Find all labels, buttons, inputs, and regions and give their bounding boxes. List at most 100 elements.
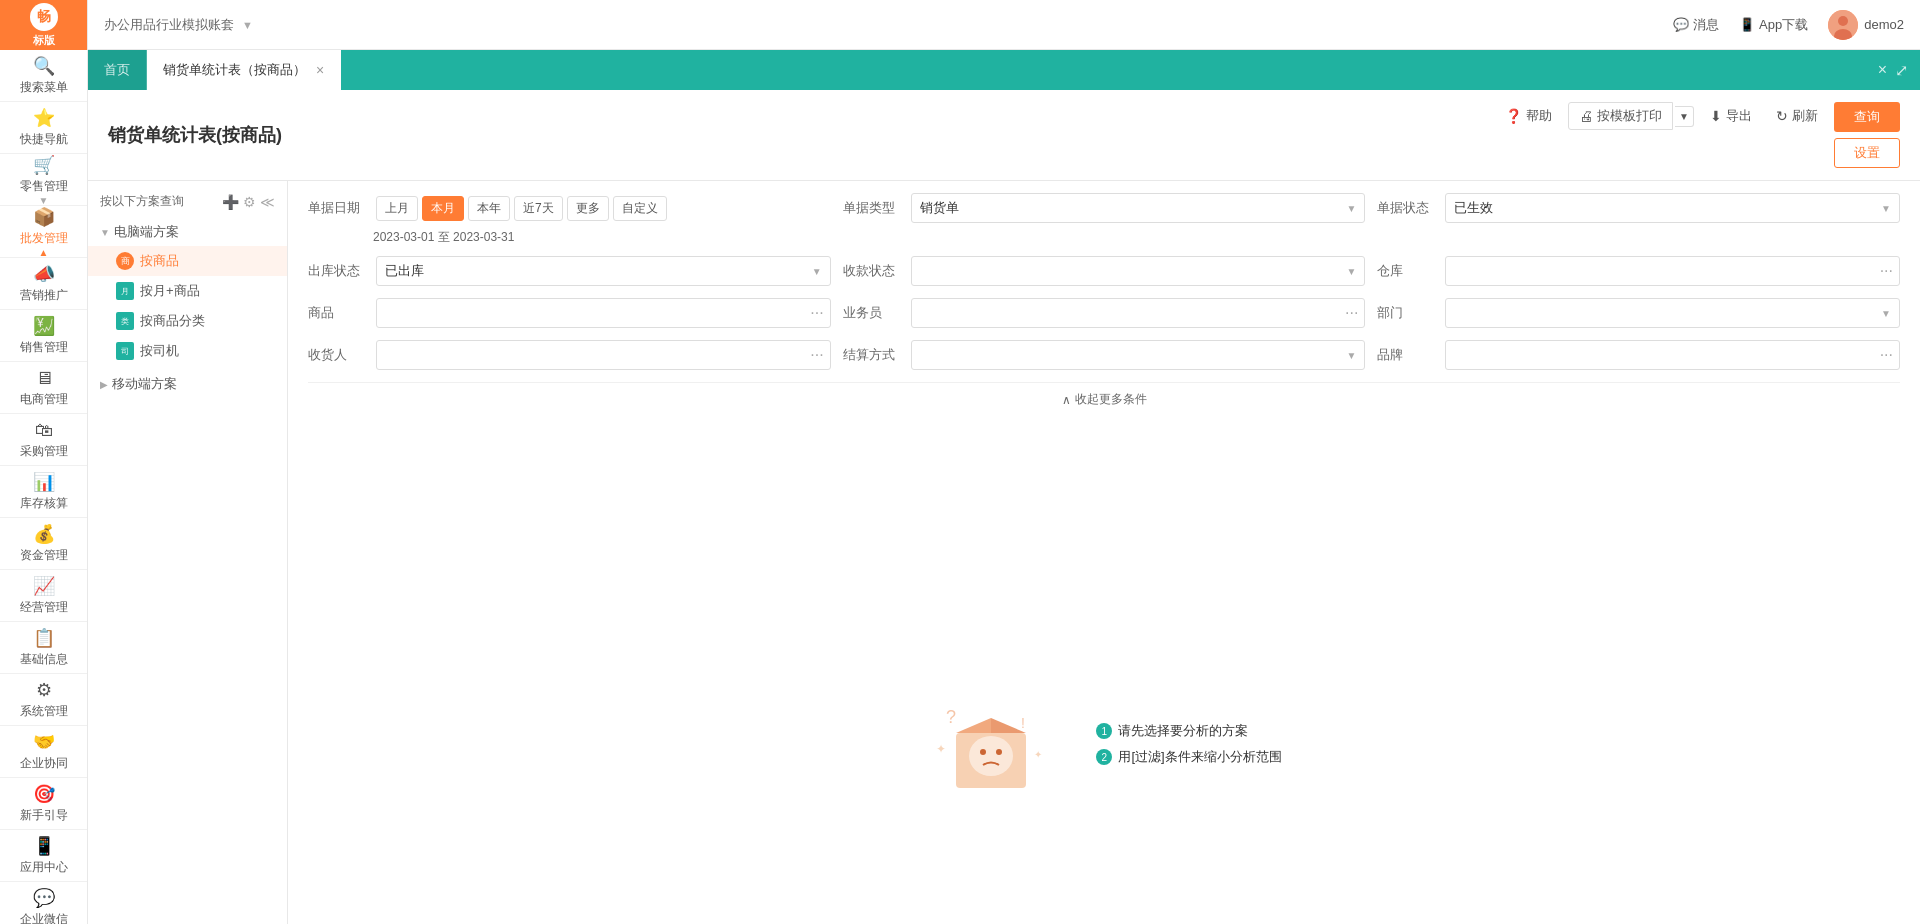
out-status-label: 出库状态 [308, 262, 368, 280]
app-download-icon: 📱 [1739, 17, 1755, 32]
page-title: 销货单统计表(按商品) [108, 123, 282, 147]
date-label: 单据日期 [308, 199, 368, 217]
sidebar-item-inventory[interactable]: 📊 库存核算 [0, 466, 87, 518]
sidebar-item-system[interactable]: ⚙ 系统管理 [0, 674, 87, 726]
doc-type-select[interactable]: 销货单 ▼ [911, 193, 1366, 223]
workspace-dropdown-arrow: ▼ [242, 19, 253, 31]
warehouse-dots-icon: ··· [1880, 262, 1893, 280]
tab-close-window-icon[interactable]: × [1878, 61, 1887, 79]
date-btn-this-year[interactable]: 本年 [468, 196, 510, 221]
warehouse-input[interactable]: ··· [1445, 256, 1900, 286]
sidebar-item-purchase[interactable]: 🛍 采购管理 [0, 414, 87, 466]
date-btn-custom[interactable]: 自定义 [613, 196, 667, 221]
app-download-btn[interactable]: 📱 App下载 [1739, 16, 1808, 34]
print-dropdown-arrow[interactable]: ▼ [1675, 106, 1694, 127]
user-profile[interactable]: demo2 [1828, 10, 1904, 40]
sidebar-item-app-center[interactable]: 📱 应用中心 [0, 830, 87, 882]
sidebar-item-label: 销售管理 [20, 339, 68, 356]
workspace-selector[interactable]: 办公用品行业模拟账套 ▼ [104, 16, 253, 34]
doc-type-arrow-icon: ▼ [1346, 203, 1356, 214]
refresh-btn[interactable]: ↻ 刷新 [1768, 103, 1826, 129]
scheme-item-by-month-product[interactable]: 月 按月+商品 [88, 276, 287, 306]
brand-input[interactable]: ··· [1445, 340, 1900, 370]
date-group: 上月 本月 本年 近7天 更多 自定义 [376, 196, 831, 221]
dept-label: 部门 [1377, 304, 1437, 322]
top-header: 办公用品行业模拟账套 ▼ 💬 消息 📱 App下载 de [88, 0, 1920, 50]
product-label: 商品 [308, 304, 368, 322]
help-label: 帮助 [1526, 107, 1552, 125]
message-icon: 💬 [1673, 17, 1689, 32]
date-btn-more[interactable]: 更多 [567, 196, 609, 221]
scheme-settings-icon[interactable]: ⚙ [243, 194, 256, 210]
help-icon: ❓ [1505, 108, 1522, 124]
sidebar-item-marketing[interactable]: 📣 营销推广 [0, 258, 87, 310]
doc-status-select[interactable]: 已生效 ▼ [1445, 193, 1900, 223]
sidebar-item-finance[interactable]: 💰 资金管理 [0, 518, 87, 570]
sidebar-item-retail[interactable]: 🛒 零售管理 ▼ [0, 154, 87, 206]
out-status-select[interactable]: 已出库 ▼ [376, 256, 831, 286]
scheme-panel-actions: ➕ ⚙ ≪ [222, 194, 275, 210]
scheme-item-label: 按商品分类 [140, 312, 205, 330]
sidebar-item-basic-info[interactable]: 📋 基础信息 [0, 622, 87, 674]
scheme-collapse-icon[interactable]: ≪ [260, 194, 275, 210]
brand-dots-icon: ··· [1880, 346, 1893, 364]
query-button[interactable]: 查询 [1834, 102, 1900, 132]
out-status-arrow-icon: ▼ [812, 266, 822, 277]
product-input[interactable]: ··· [376, 298, 831, 328]
collapse-btn[interactable]: ∧ 收起更多条件 [308, 382, 1900, 416]
receiver-input[interactable]: ··· [376, 340, 831, 370]
sidebar-item-operations[interactable]: 📈 经营管理 [0, 570, 87, 622]
collect-status-select[interactable]: ▼ [911, 256, 1366, 286]
tab-home[interactable]: 首页 [88, 50, 147, 90]
dept-arrow-icon: ▼ [1881, 308, 1891, 319]
scheme-add-icon[interactable]: ➕ [222, 194, 239, 210]
tab-home-label: 首页 [104, 61, 130, 79]
sidebar-item-enterprise[interactable]: 🤝 企业协同 [0, 726, 87, 778]
app-logo: 畅 标版 [0, 0, 87, 50]
scheme-item-icon: 司 [116, 342, 134, 360]
sidebar-item-ecommerce[interactable]: 🖥 电商管理 [0, 362, 87, 414]
tab-maximize-icon[interactable]: ⤢ [1895, 61, 1908, 80]
tab-sales-stats[interactable]: 销货单统计表（按商品） × [147, 50, 341, 90]
date-btn-this-month[interactable]: 本月 [422, 196, 464, 221]
help-btn[interactable]: ❓ 帮助 [1497, 103, 1560, 129]
page-body: 按以下方案查询 ➕ ⚙ ≪ ▼ 电脑端方案 商 按商品 [88, 181, 1920, 924]
sidebar-item-label: 库存核算 [20, 495, 68, 512]
sidebar-item-label: 电商管理 [20, 391, 68, 408]
scheme-group-desktop-header[interactable]: ▼ 电脑端方案 [88, 218, 287, 246]
scheme-item-by-product[interactable]: 商 按商品 [88, 246, 287, 276]
doc-type-label: 单据类型 [843, 199, 903, 217]
enterprise-icon: 🤝 [33, 731, 55, 753]
scheme-item-by-driver[interactable]: 司 按司机 [88, 336, 287, 366]
print-btn[interactable]: 🖨 按模板打印 [1568, 102, 1673, 130]
message-btn[interactable]: 💬 消息 [1673, 16, 1719, 34]
cart-icon: 🛒 [33, 154, 55, 176]
tab-close-icon[interactable]: × [316, 62, 324, 78]
settings-button[interactable]: 设置 [1834, 138, 1900, 168]
sidebar-item-quick-nav[interactable]: ⭐ 快捷导航 [0, 102, 87, 154]
payment-select[interactable]: ▼ [911, 340, 1366, 370]
scheme-group-arrow-icon: ▶ [100, 379, 108, 390]
sidebar-item-wholesale[interactable]: 📦 批发管理 ▲ [0, 206, 87, 258]
scheme-item-by-category[interactable]: 类 按商品分类 [88, 306, 287, 336]
staff-dots-icon: ··· [1345, 304, 1358, 322]
date-btn-last-month[interactable]: 上月 [376, 196, 418, 221]
print-label: 按模板打印 [1597, 107, 1662, 125]
dept-select[interactable]: ▼ [1445, 298, 1900, 328]
export-btn[interactable]: ⬇ 导出 [1702, 103, 1760, 129]
sidebar-item-wechat[interactable]: 💬 企业微信 [0, 882, 87, 924]
ecommerce-icon: 🖥 [35, 368, 53, 389]
page-action-buttons: ❓ 帮助 🖨 按模板打印 ▼ ⬇ 导出 [1497, 102, 1826, 130]
sidebar-item-search[interactable]: 🔍 搜索菜单 [0, 50, 87, 102]
sidebar-item-label: 营销推广 [20, 287, 68, 304]
tip-text-2: 用[过滤]条件来缩小分析范围 [1118, 748, 1281, 766]
scheme-item-icon: 类 [116, 312, 134, 330]
sidebar-item-sales[interactable]: 💹 销售管理 [0, 310, 87, 362]
scheme-group-mobile-header[interactable]: ▶ 移动端方案 [88, 370, 287, 398]
sidebar-item-guide[interactable]: 🎯 新手引导 [0, 778, 87, 830]
wechat-icon: 💬 [33, 887, 55, 909]
staff-input[interactable]: ··· [911, 298, 1366, 328]
date-btn-7days[interactable]: 近7天 [514, 196, 563, 221]
sidebar: 畅 标版 🔍 搜索菜单 ⭐ 快捷导航 🛒 零售管理 ▼ 📦 批发管理 ▲ 📣 营… [0, 0, 88, 924]
tab-bar: 首页 销货单统计表（按商品） × × ⤢ [88, 50, 1920, 90]
